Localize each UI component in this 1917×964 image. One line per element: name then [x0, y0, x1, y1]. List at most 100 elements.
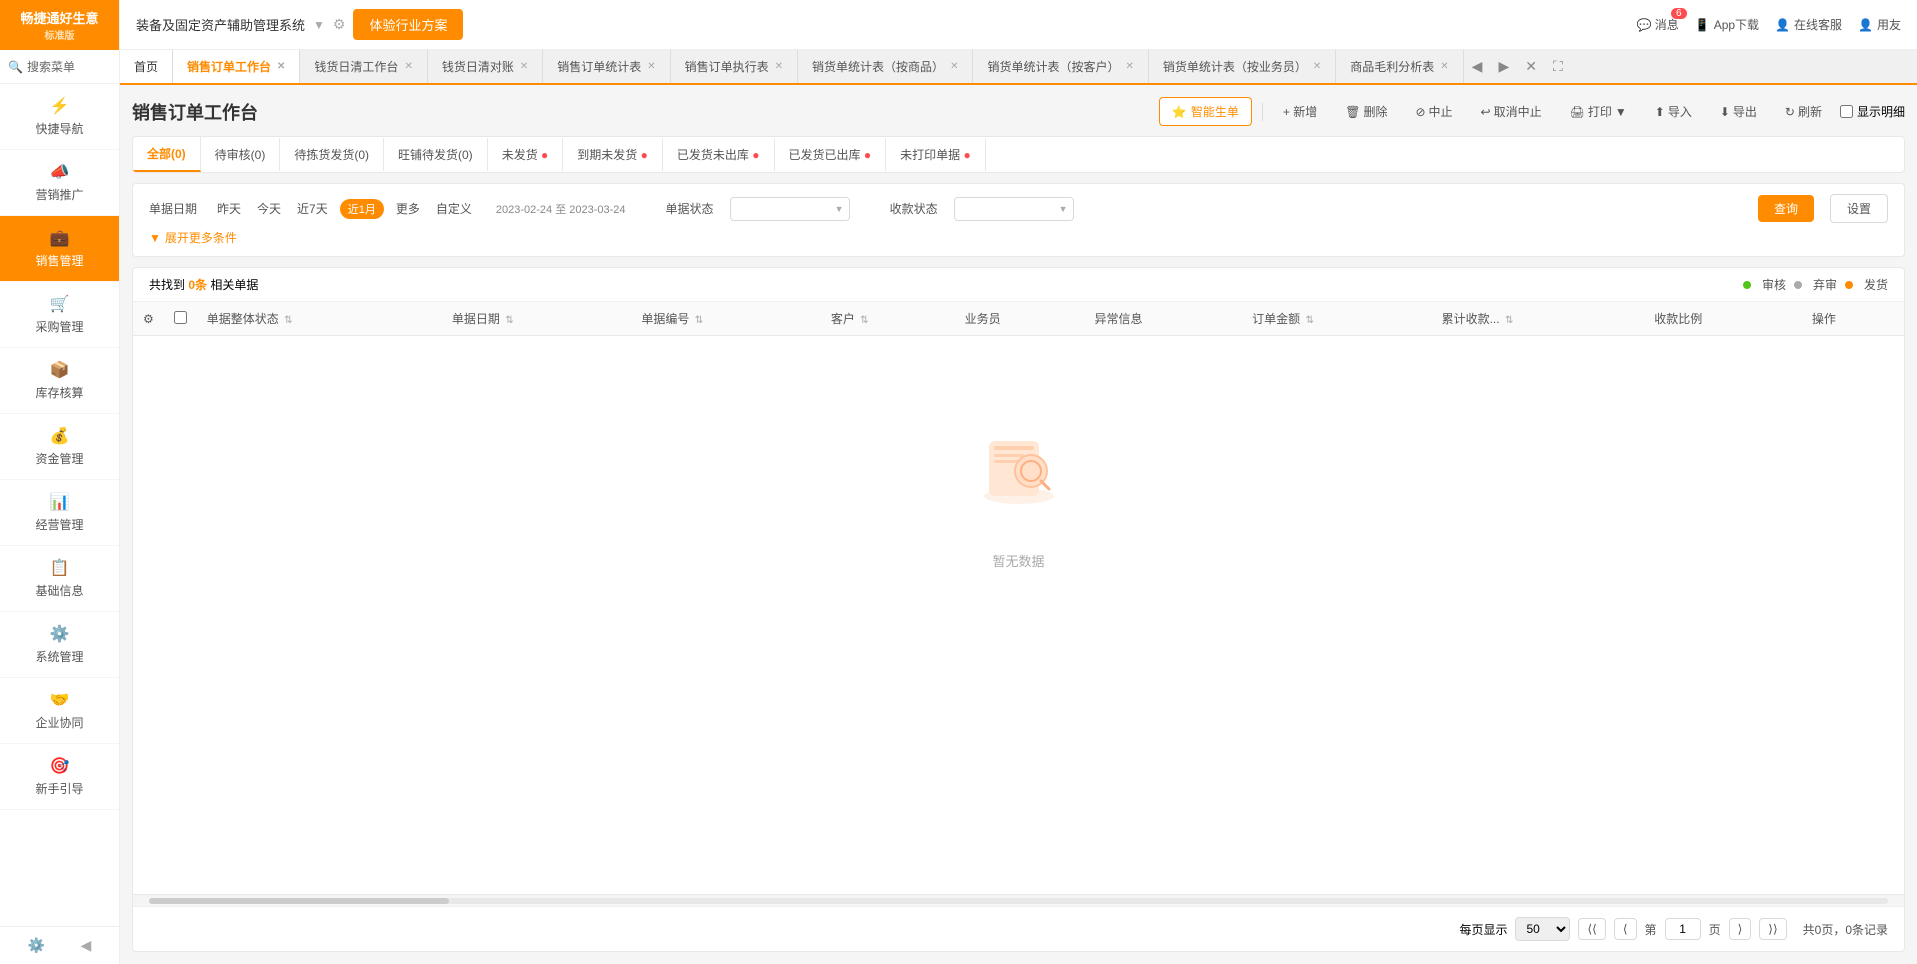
th-settings[interactable]: ⚙ [133, 302, 164, 336]
tab-sales-exec-close[interactable]: ✕ [775, 61, 783, 72]
sidebar-item-enterprise[interactable]: 🤝 企业协同 [0, 678, 119, 744]
sort-amount-icon[interactable]: ⇅ [1305, 315, 1313, 326]
settings-icon[interactable]: ⚙️ [28, 937, 45, 954]
tab-summary-staff-close[interactable]: ✕ [1313, 61, 1321, 72]
collapse-icon[interactable]: ◀ [81, 937, 92, 954]
date-btn-7days[interactable]: 近7天 [293, 198, 332, 219]
date-btn-1month[interactable]: 近1月 [340, 199, 384, 219]
sidebar-item-marketing[interactable]: 📣 营销推广 [0, 150, 119, 216]
status-select[interactable] [730, 197, 850, 221]
th-checkbox[interactable] [164, 302, 197, 336]
show-detail-checkbox[interactable] [1840, 105, 1853, 118]
page-prev-btn[interactable]: ⟨ [1614, 918, 1637, 940]
user-menu-btn[interactable]: 👤 用友 [1858, 16, 1901, 33]
import-label: 导入 [1668, 103, 1692, 120]
delete-btn[interactable]: 🗑 删除 [1335, 98, 1397, 125]
page-last-btn[interactable]: ⟩⟩ [1759, 918, 1786, 940]
sort-received-icon[interactable]: ⇅ [1505, 315, 1513, 326]
sidebar-item-inventory[interactable]: 📦 库存核算 [0, 348, 119, 414]
date-btn-today[interactable]: 今天 [253, 198, 285, 219]
filter-tab-wangpu[interactable]: 旺铺待发货(0) [384, 138, 488, 171]
table-scroll[interactable]: ⚙ 单据整体状态 ⇅ 单据日期 ⇅ 单据编号 [133, 302, 1904, 894]
print-btn[interactable]: 🖨 打印 ▼ [1560, 98, 1637, 125]
page-size-select[interactable]: 50 10 20 100 [1515, 917, 1570, 941]
filter-tab-pending-inspect[interactable]: 待拣货发货(0) [280, 138, 384, 171]
tab-home[interactable]: 首页 [120, 50, 173, 83]
tab-prev-btn[interactable]: ◀ [1464, 54, 1491, 79]
filter-tab-expired[interactable]: 到期未发货 ● [563, 138, 663, 171]
filter-tab-not-shipped[interactable]: 未发货 ● [488, 138, 564, 171]
sort-customer-icon[interactable]: ⇅ [860, 315, 868, 326]
tab-summary-customer-close[interactable]: ✕ [1125, 61, 1133, 72]
tab-cash-reconcile[interactable]: 钱货日清对账 ✕ [428, 50, 543, 83]
abandon-label[interactable]: 弃审 [1813, 276, 1837, 293]
tab-sales-exec[interactable]: 销售订单执行表 ✕ [671, 50, 798, 83]
sidebar-item-purchase[interactable]: 🛒 采购管理 [0, 282, 119, 348]
refresh-btn[interactable]: ↻ 刷新 [1775, 98, 1832, 125]
add-btn[interactable]: + 新增 [1273, 98, 1327, 125]
industry-btn[interactable]: 体验行业方案 [353, 9, 463, 40]
sidebar-item-guide[interactable]: 🎯 新手引导 [0, 744, 119, 810]
page-header: 销售订单工作台 ⭐ 智能生单 + 新增 🗑 删除 ⊘ 中止 ↩ [132, 97, 1905, 126]
filter-tab-shipped-out[interactable]: 已发货已出库 ● [775, 138, 887, 171]
tab-close-all-btn[interactable]: ✕ [1517, 54, 1545, 79]
message-btn[interactable]: 💬 6 消息 [1636, 16, 1678, 33]
sort-date-icon[interactable]: ⇅ [505, 315, 513, 326]
sidebar-item-sales[interactable]: 💼 销售管理 [0, 216, 119, 282]
filter-tab-not-printed[interactable]: 未打印单据 ● [886, 138, 986, 171]
export-btn[interactable]: ⬇ 导出 [1710, 98, 1767, 125]
date-btn-custom[interactable]: 自定义 [432, 198, 476, 219]
settings-btn[interactable]: 设置 [1830, 194, 1888, 223]
scrollbar-thumb[interactable] [149, 898, 449, 904]
smart-btn[interactable]: ⭐ 智能生单 [1159, 97, 1252, 126]
sidebar-item-system[interactable]: ⚙️ 系统管理 [0, 612, 119, 678]
tab-sales-stats-close[interactable]: ✕ [647, 61, 655, 72]
tab-cash-daily-close[interactable]: ✕ [404, 61, 412, 72]
scrollbar-track[interactable] [149, 898, 1888, 904]
tab-sales-order-close[interactable]: ✕ [277, 61, 285, 72]
tab-maximize-btn[interactable]: ⛶ [1545, 54, 1571, 79]
page-next-btn[interactable]: ⟩ [1729, 918, 1752, 940]
sidebar-search[interactable]: 🔍 搜索菜单 [0, 50, 119, 84]
show-detail-label[interactable]: 显示明细 [1840, 103, 1905, 120]
tab-product-margin[interactable]: 商品毛利分析表 ✕ [1336, 50, 1463, 83]
import-btn[interactable]: ⬆ 导入 [1645, 98, 1702, 125]
cancel-stop-btn[interactable]: ↩ 取消中止 [1471, 98, 1552, 125]
sidebar-item-finance[interactable]: 💰 资金管理 [0, 414, 119, 480]
review-label[interactable]: 审核 [1762, 276, 1786, 293]
scrollbar-area[interactable] [133, 894, 1904, 906]
select-all-checkbox[interactable] [174, 311, 187, 324]
sidebar-item-operations[interactable]: 📊 经营管理 [0, 480, 119, 546]
tab-summary-staff[interactable]: 销货单统计表（按业务员） ✕ [1149, 50, 1336, 83]
filter-tab-pending-review[interactable]: 待审核(0) [201, 138, 281, 171]
ship-label[interactable]: 发货 [1864, 276, 1888, 293]
topbar-gear-icon[interactable]: ⚙ [333, 16, 346, 33]
tab-next-btn[interactable]: ▶ [1490, 54, 1517, 79]
online-service-btn[interactable]: 👤 在线客服 [1775, 16, 1842, 33]
page-first-btn[interactable]: ⟨⟨ [1578, 918, 1605, 940]
tab-summary-product[interactable]: 销货单统计表（按商品） ✕ [798, 50, 973, 83]
payment-label: 收款状态 [890, 200, 938, 217]
filter-tab-shipped-not-out[interactable]: 已发货未出库 ● [663, 138, 775, 171]
sort-number-icon[interactable]: ⇅ [695, 315, 703, 326]
tab-sales-order[interactable]: 销售订单工作台 ✕ [173, 50, 300, 83]
page-input[interactable] [1665, 918, 1701, 940]
sidebar-item-quicknav[interactable]: ⚡ 快捷导航 [0, 84, 119, 150]
th-amount-label: 订单金额 [1252, 312, 1300, 326]
payment-select[interactable] [954, 197, 1074, 221]
app-download-btn[interactable]: 📱 App下载 [1695, 16, 1759, 33]
tab-summary-product-close[interactable]: ✕ [950, 61, 958, 72]
tab-cash-daily[interactable]: 钱货日清工作台 ✕ [300, 50, 427, 83]
query-btn[interactable]: 查询 [1758, 195, 1814, 222]
tab-product-margin-close[interactable]: ✕ [1440, 61, 1448, 72]
sidebar-item-basic[interactable]: 📋 基础信息 [0, 546, 119, 612]
filter-tab-all[interactable]: 全部(0) [133, 137, 201, 172]
tab-sales-stats[interactable]: 销售订单统计表 ✕ [543, 50, 670, 83]
tab-cash-reconcile-close[interactable]: ✕ [520, 61, 528, 72]
stop-btn[interactable]: ⊘ 中止 [1405, 98, 1462, 125]
tab-summary-customer[interactable]: 销货单统计表（按客户） ✕ [973, 50, 1148, 83]
expand-btn[interactable]: ▼ 展开更多条件 [149, 229, 1888, 246]
date-btn-more[interactable]: 更多 [392, 198, 424, 219]
date-btn-yesterday[interactable]: 昨天 [213, 198, 245, 219]
sort-status-icon[interactable]: ⇅ [284, 315, 292, 326]
